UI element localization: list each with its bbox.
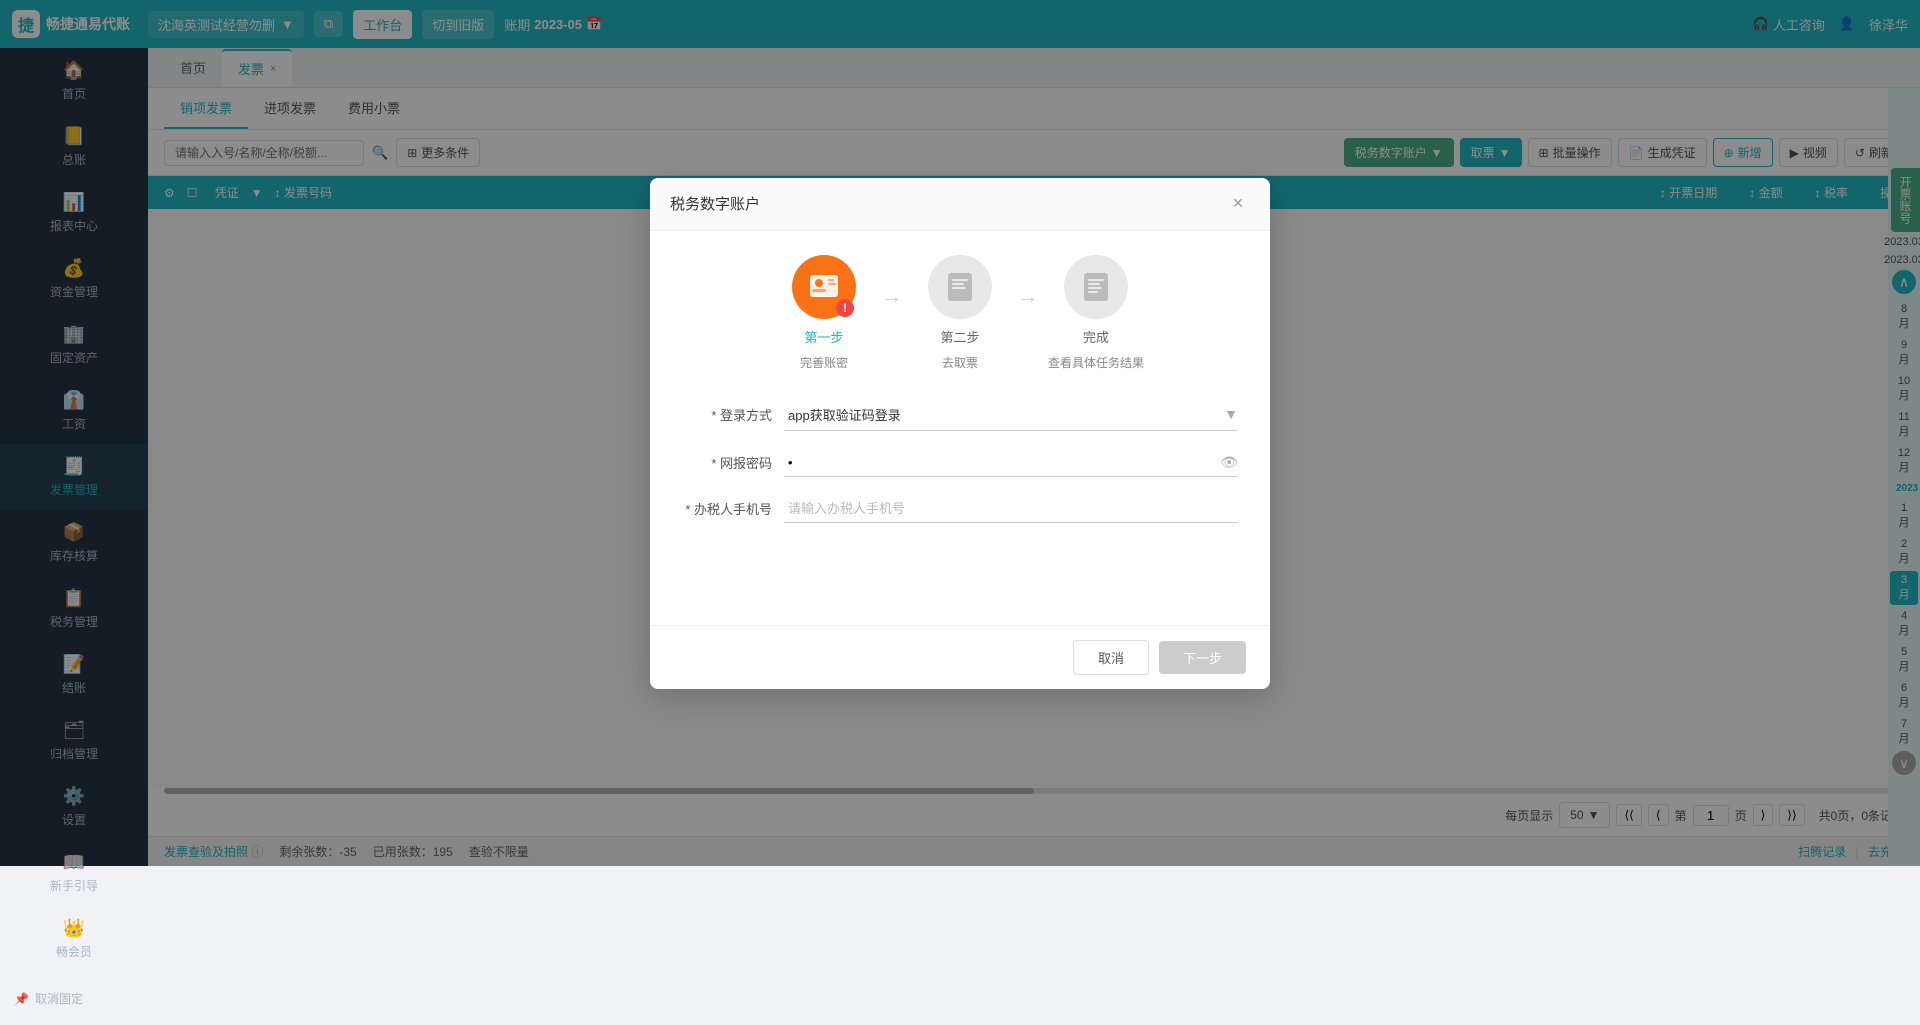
login-method-select[interactable]: app获取验证码登录 ▼ (784, 399, 1238, 431)
select-arrow-icon: ▼ (1224, 406, 1238, 422)
sidebar-item-vip[interactable]: 👑 畅会员 (0, 906, 148, 972)
tax-account-modal: 税务数字账户 × ! (650, 178, 1270, 689)
vip-icon: 👑 (63, 918, 85, 939)
steps-row: ! 第一步 完善账密 → 第 (682, 255, 1238, 371)
step-3: 完成 查看具体任务结果 (1046, 255, 1146, 371)
step1-label: 第一步 (804, 327, 843, 346)
step3-icon (1064, 255, 1128, 319)
sidebar-label-guide: 新手引导 (50, 877, 98, 894)
step2-label: 第二步 (940, 327, 979, 346)
phone-label: * 办税人手机号 (682, 499, 772, 518)
pin-icon: 📌 (14, 992, 29, 1006)
next-button[interactable]: 下一步 (1159, 641, 1246, 674)
step3-sublabel: 查看具体任务结果 (1048, 354, 1144, 371)
step-2: 第二步 去取票 (910, 255, 1010, 371)
login-method-label: * 登录方式 (682, 405, 772, 424)
password-field: 👁 (784, 449, 1238, 477)
modal-body: ! 第一步 完善账密 → 第 (650, 231, 1270, 625)
modal-overlay: 税务数字账户 × ! (0, 0, 1920, 866)
password-label: * 网报密码 (682, 453, 772, 472)
modal-footer: 取消 下一步 (650, 625, 1270, 689)
step1-error-badge: ! (836, 299, 854, 317)
arrow-2-3: → (1018, 286, 1038, 309)
login-method-value: app获取验证码登录 (784, 399, 1224, 430)
step3-label: 完成 (1083, 327, 1109, 346)
password-row: * 网报密码 👁 (682, 449, 1238, 477)
step-1: ! 第一步 完善账密 (774, 255, 874, 371)
step1-sublabel: 完善账密 (800, 354, 848, 371)
cancel-fixed-btn[interactable]: 📌 取消固定 (0, 982, 148, 1015)
password-toggle-icon[interactable]: 👁 (1220, 454, 1238, 471)
password-input[interactable] (784, 449, 1220, 476)
step2-sublabel: 去取票 (942, 354, 978, 371)
step1-icon: ! (792, 255, 856, 319)
step2-icon (928, 255, 992, 319)
sidebar-bottom: 📌 取消固定 (0, 972, 148, 1025)
modal-close-btn[interactable]: × (1226, 192, 1250, 216)
modal-title: 税务数字账户 (670, 193, 760, 214)
form-spacer (682, 541, 1238, 601)
phone-row: * 办税人手机号 (682, 495, 1238, 523)
modal-header: 税务数字账户 × (650, 178, 1270, 231)
cancel-button[interactable]: 取消 (1073, 640, 1149, 675)
phone-input[interactable] (784, 495, 1238, 523)
arrow-1-2: → (882, 286, 902, 309)
sidebar-label-vip: 畅会员 (56, 943, 92, 960)
login-method-row: * 登录方式 app获取验证码登录 ▼ (682, 399, 1238, 431)
